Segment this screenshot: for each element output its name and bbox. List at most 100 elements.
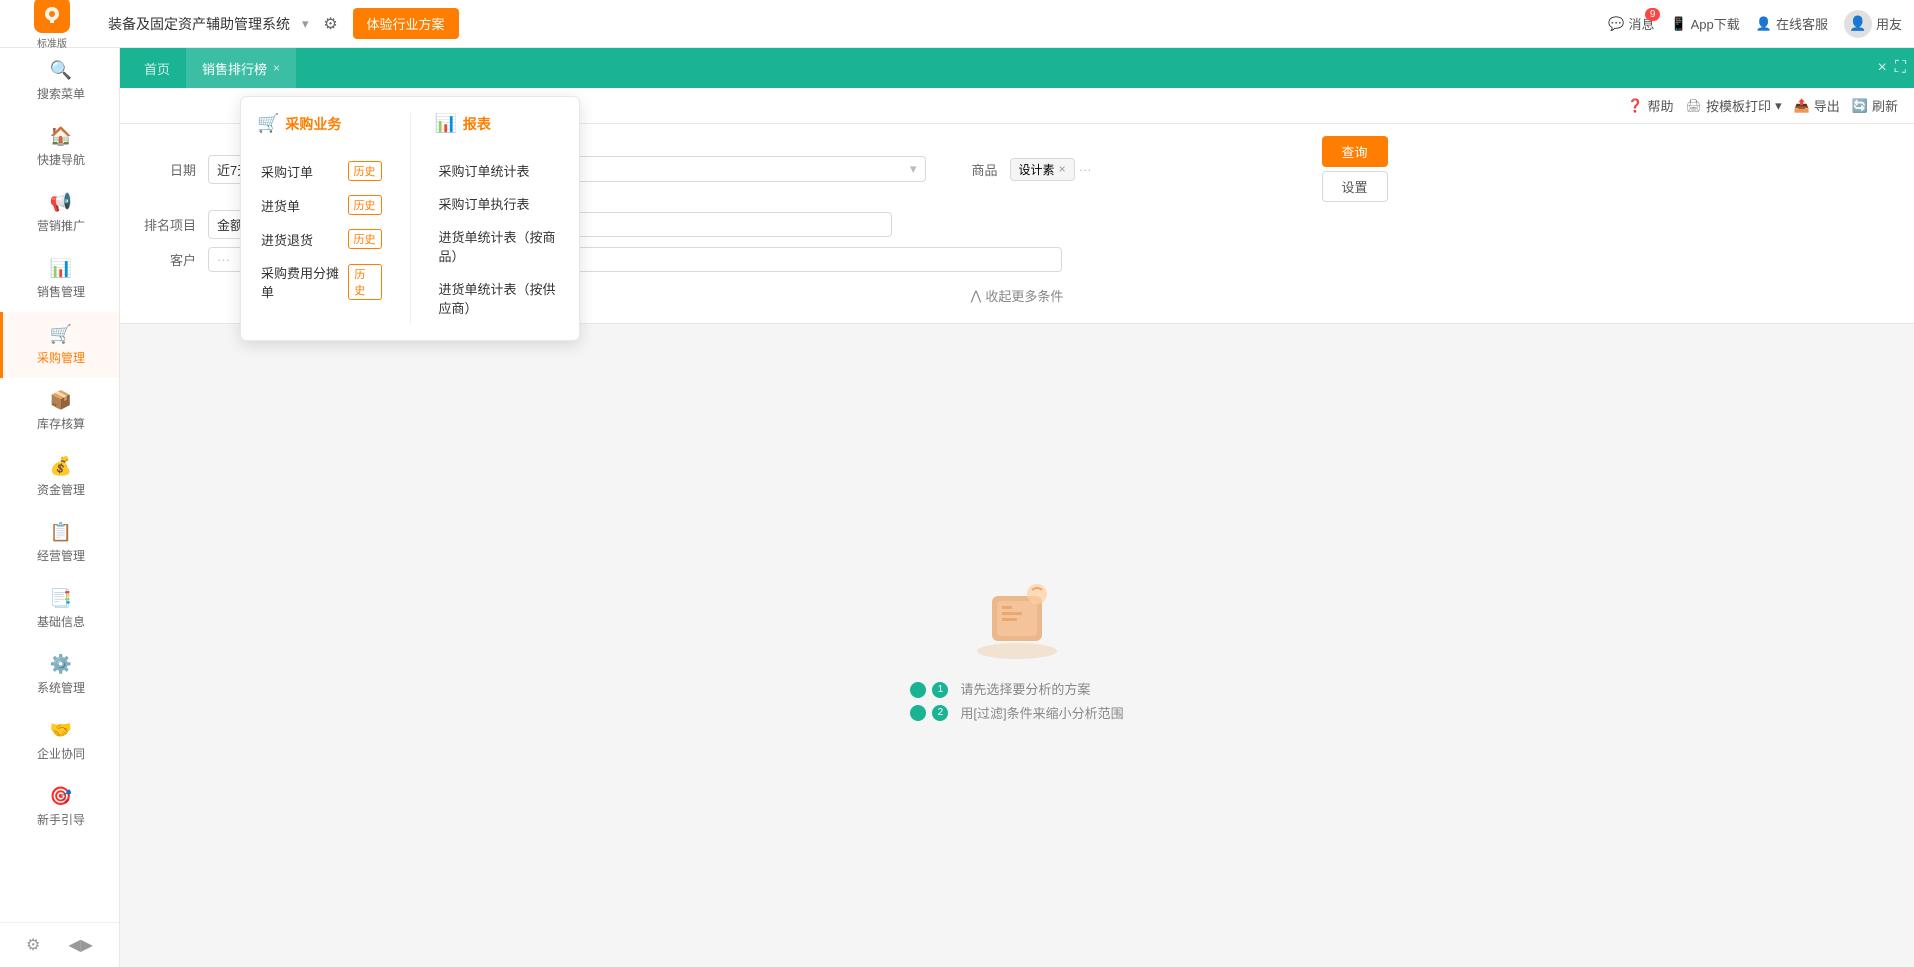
- report-section-title: 📊 报表: [435, 113, 564, 142]
- sidebar-item-basicinfo[interactable]: 📑 基础信息: [0, 576, 119, 642]
- menu-item-purchase-order-stats[interactable]: 采购订单统计表: [435, 154, 564, 187]
- sidebar-item-finance[interactable]: 💰 资金管理: [0, 444, 119, 510]
- customer-dots[interactable]: ···: [217, 252, 230, 267]
- top-right-area: 💬 消息 9 📱 App下载 👤 在线客服 👤 用友: [1608, 10, 1902, 38]
- online-service-button[interactable]: 👤 在线客服: [1756, 14, 1828, 33]
- export-button[interactable]: 📤 导出: [1794, 96, 1840, 115]
- sidebar-item-inventory[interactable]: 📦 库存核算: [0, 378, 119, 444]
- report-section-icon: 📊: [435, 113, 457, 134]
- purchase-expense-history-badge[interactable]: 历史: [348, 264, 381, 300]
- help-button[interactable]: ❓ 帮助: [1627, 96, 1673, 115]
- tab-bar: 首页 销售排行榜 × × ⛶: [120, 48, 1914, 88]
- guide-icon: 🎯: [50, 786, 72, 807]
- product-tag-remove[interactable]: ×: [1059, 162, 1066, 176]
- sidebar-item-guide[interactable]: 🎯 新手引导: [0, 774, 119, 840]
- menu-divider: [410, 113, 411, 324]
- phone-icon: 📱: [1670, 16, 1686, 32]
- tab-sales-ranking[interactable]: 销售排行榜 ×: [186, 48, 296, 88]
- order-status-control[interactable]: ▾: [526, 156, 926, 182]
- incoming-history-badge[interactable]: 历史: [348, 195, 382, 215]
- empty-illustration: [957, 566, 1077, 666]
- system-dropdown-arrow[interactable]: ▾: [302, 16, 309, 32]
- logo-area: 标准版: [12, 0, 92, 50]
- tab-expand-icon[interactable]: ⛶: [1895, 59, 1906, 77]
- product-label: 商品: [938, 160, 998, 179]
- menu-item-purchase-expense[interactable]: 采购费用分摊单 历史: [257, 256, 386, 308]
- empty-hint-1: 1 请先选择要分析的方案: [910, 678, 1123, 701]
- purchase-icon: 🛒: [50, 324, 72, 345]
- incoming-return-history-badge[interactable]: 历史: [348, 229, 382, 249]
- user-avatar: 👤: [1844, 10, 1872, 38]
- home-icon: 🏠: [50, 126, 72, 147]
- basicinfo-icon: 📑: [50, 588, 72, 609]
- sidebar-item-cooperation[interactable]: 🤝 企业协同: [0, 708, 119, 774]
- sidebar-item-system[interactable]: ⚙️ 系统管理: [0, 642, 119, 708]
- search-icon: 🔍: [50, 60, 72, 81]
- query-button[interactable]: 查询: [1322, 136, 1388, 167]
- export-icon: 📤: [1794, 98, 1810, 114]
- user-button[interactable]: 👤 用友: [1844, 10, 1902, 38]
- sidebar-collapse-icon[interactable]: ◀▶: [68, 935, 93, 955]
- template-print-button[interactable]: 🖨 按模板打印 ▾: [1686, 96, 1782, 115]
- logo-icon: [34, 0, 70, 33]
- customer-label: 客户: [136, 250, 196, 269]
- message-icon: 💬: [1608, 16, 1624, 32]
- date-label: 日期: [136, 160, 196, 179]
- sidebar-item-operations[interactable]: 📋 经营管理: [0, 510, 119, 576]
- sidebar-item-marketing[interactable]: 📢 营销推广: [0, 180, 119, 246]
- trial-button[interactable]: 体验行业方案: [353, 8, 459, 39]
- sidebar-settings-icon[interactable]: ⚙: [26, 935, 40, 955]
- sidebar-item-purchase[interactable]: 🛒 采购管理: [0, 312, 119, 378]
- report-menu-section: 📊 报表 采购订单统计表 采购订单执行表 进货单统计表（按商品） 进货单统计表（…: [435, 113, 564, 324]
- inventory-icon: 📦: [50, 390, 72, 411]
- app-container: 标准版 装备及固定资产辅助管理系统 ▾ ⚙ 体验行业方案 💬 消息 9 📱 Ap…: [0, 0, 1914, 967]
- menu-item-purchase-order-exec[interactable]: 采购订单执行表: [435, 187, 564, 220]
- settings-icon[interactable]: ⚙: [317, 10, 345, 38]
- menu-item-incoming-stats-product[interactable]: 进货单统计表（按商品）: [435, 220, 564, 272]
- sidebar-item-search[interactable]: 🔍 搜索菜单: [0, 48, 119, 114]
- main-area: 🔍 搜索菜单 🏠 快捷导航 📢 营销推广 📊 销售管理 🛒 采购管理 📦: [0, 48, 1914, 967]
- product-more-dots[interactable]: ···: [1079, 162, 1092, 177]
- system-icon: ⚙️: [50, 654, 72, 675]
- empty-hints: 1 请先选择要分析的方案 2 用[过滤]条件来缩小分析范围: [910, 678, 1123, 725]
- finance-icon: 💰: [50, 456, 72, 477]
- menu-item-incoming-return[interactable]: 进货退货 历史: [257, 222, 386, 256]
- refresh-icon: 🔄: [1852, 98, 1868, 114]
- rank-label: 排名项目: [136, 215, 196, 234]
- collapse-up-icon: ⋀: [971, 288, 982, 304]
- tab-actions: × ⛶: [1877, 59, 1906, 77]
- purchase-menu-section: 🛒 采购业务 采购订单 历史 进货单 历史 进货退货 历史: [257, 113, 386, 324]
- top-bar: 标准版 装备及固定资产辅助管理系统 ▾ ⚙ 体验行业方案 💬 消息 9 📱 Ap…: [0, 0, 1914, 48]
- sidebar-item-navigation[interactable]: 🏠 快捷导航: [0, 114, 119, 180]
- operations-icon: 📋: [50, 522, 72, 543]
- refresh-button[interactable]: 🔄 刷新: [1852, 96, 1898, 115]
- marketing-icon: 📢: [50, 192, 72, 213]
- sidebar: 🔍 搜索菜单 🏠 快捷导航 📢 营销推广 📊 销售管理 🛒 采购管理 📦: [0, 48, 120, 967]
- tab-close-icon[interactable]: ×: [273, 61, 280, 75]
- purchase-section-title: 🛒 采购业务: [257, 113, 386, 142]
- content-area: 首页 销售排行榜 × × ⛶ ❓ 帮助 🖨 按模板: [120, 48, 1914, 967]
- purchase-order-history-badge[interactable]: 历史: [348, 161, 382, 181]
- purchase-dropdown-menu: 🛒 采购业务 采购订单 历史 进货单 历史 进货退货 历史: [240, 96, 580, 341]
- messages-badge: 9: [1645, 8, 1661, 21]
- menu-item-incoming-stats-supplier[interactable]: 进货单统计表（按供应商）: [435, 272, 564, 324]
- app-download-button[interactable]: 📱 App下载: [1670, 14, 1739, 33]
- hint1-number: 1: [932, 682, 948, 698]
- settings-button[interactable]: 设置: [1322, 171, 1388, 202]
- cooperation-icon: 🤝: [50, 720, 72, 741]
- sidebar-item-sales[interactable]: 📊 销售管理: [0, 246, 119, 312]
- tab-window-close-icon[interactable]: ×: [1877, 59, 1886, 77]
- purchase-section-icon: 🛒: [257, 113, 279, 134]
- print-dropdown-icon[interactable]: ▾: [1775, 98, 1782, 114]
- service-icon: 👤: [1756, 16, 1772, 32]
- help-icon: ❓: [1627, 98, 1643, 114]
- sales-icon: 📊: [50, 258, 72, 279]
- messages-button[interactable]: 💬 消息 9: [1608, 14, 1654, 33]
- tab-home[interactable]: 首页: [128, 48, 186, 88]
- menu-item-incoming[interactable]: 进货单 历史: [257, 188, 386, 222]
- empty-hint-2: 2 用[过滤]条件来缩小分析范围: [910, 702, 1123, 725]
- print-icon: 🖨: [1686, 98, 1703, 114]
- action-buttons: 查询 设置: [1322, 136, 1388, 202]
- sidebar-bottom: ⚙ ◀▶: [0, 922, 119, 967]
- menu-item-purchase-order[interactable]: 采购订单 历史: [257, 154, 386, 188]
